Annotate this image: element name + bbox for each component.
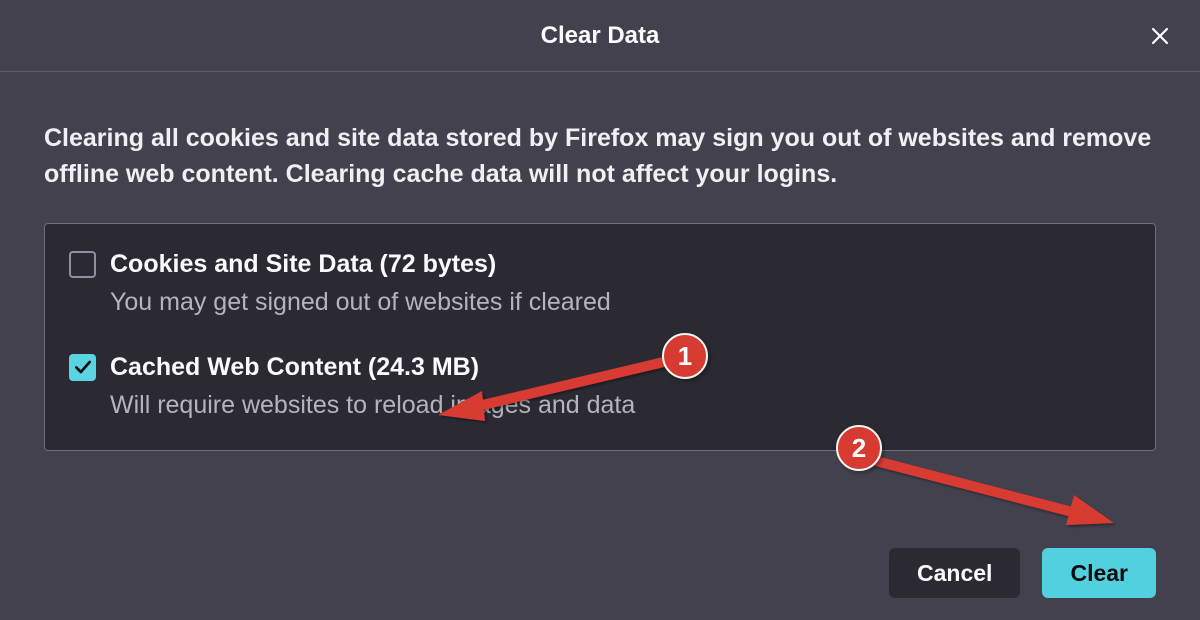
clear-button[interactable]: Clear <box>1042 548 1156 598</box>
dialog-title: Clear Data <box>541 22 660 50</box>
option-cache-desc: Will require websites to reload images a… <box>110 389 635 422</box>
option-cookies-desc: You may get signed out of websites if cl… <box>110 286 611 319</box>
dialog-description: Clearing all cookies and site data store… <box>44 120 1156 193</box>
dialog-content: Clearing all cookies and site data store… <box>0 72 1200 451</box>
option-cookies-label: Cookies and Site Data (72 bytes) <box>110 248 611 281</box>
close-button[interactable] <box>1144 20 1176 52</box>
option-cookies: Cookies and Site Data (72 bytes) You may… <box>69 248 1131 319</box>
options-container: Cookies and Site Data (72 bytes) You may… <box>44 223 1156 451</box>
option-cookies-text: Cookies and Site Data (72 bytes) You may… <box>110 248 611 319</box>
close-icon <box>1148 24 1172 48</box>
check-icon <box>73 357 93 377</box>
dialog-footer: Cancel Clear <box>889 548 1156 598</box>
option-cache-text: Cached Web Content (24.3 MB) Will requir… <box>110 351 635 422</box>
checkbox-cookies[interactable] <box>69 251 96 278</box>
checkbox-cache[interactable] <box>69 354 96 381</box>
cancel-button[interactable]: Cancel <box>889 548 1020 598</box>
option-cache: Cached Web Content (24.3 MB) Will requir… <box>69 351 1131 422</box>
dialog-header: Clear Data <box>0 0 1200 72</box>
option-cache-label: Cached Web Content (24.3 MB) <box>110 351 635 384</box>
